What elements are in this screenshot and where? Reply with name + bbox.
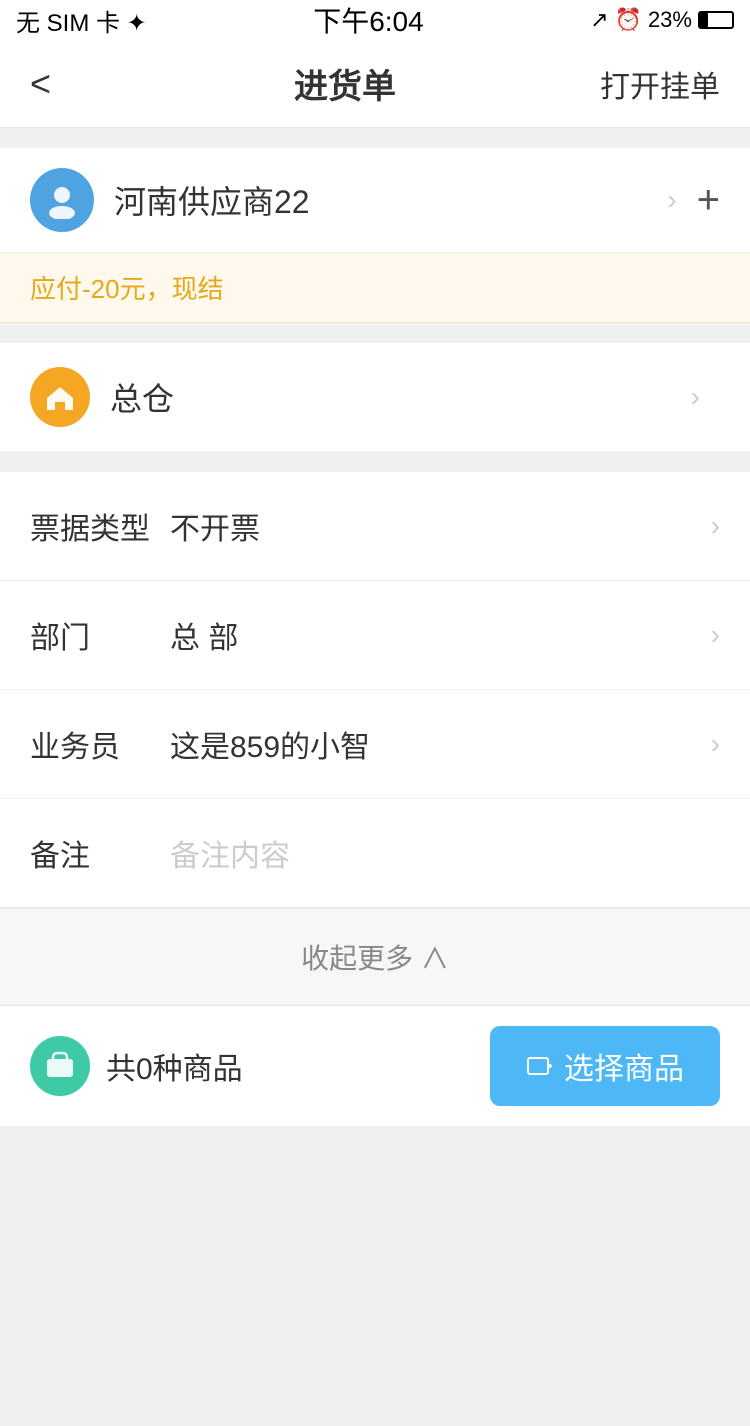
supplier-card: 河南供应商22 › + 应付-20元，现结 bbox=[0, 148, 750, 323]
location-icon: ↗ bbox=[590, 7, 608, 33]
invoice-type-row[interactable]: 票据类型 不开票 › bbox=[0, 472, 750, 581]
department-value: 总 部 bbox=[160, 613, 711, 657]
alarm-icon: ⏰ bbox=[615, 7, 642, 33]
warehouse-icon bbox=[30, 367, 90, 427]
remark-input[interactable]: 备注内容 bbox=[160, 831, 720, 875]
main-content-area bbox=[0, 1126, 750, 1426]
supplier-notice: 应付-20元，现结 bbox=[0, 253, 750, 323]
gap-line-2 bbox=[0, 452, 750, 472]
product-count: 共0种商品 bbox=[106, 1044, 490, 1088]
nav-bar: < 进货单 打开挂单 bbox=[0, 40, 750, 128]
open-pending-button[interactable]: 打开挂单 bbox=[600, 62, 720, 106]
home-icon bbox=[43, 380, 77, 414]
battery-icon bbox=[698, 11, 734, 29]
salesperson-value: 这是859的小智 bbox=[160, 722, 711, 766]
gap-line-1 bbox=[0, 323, 750, 343]
department-row[interactable]: 部门 总 部 › bbox=[0, 581, 750, 690]
department-chevron-icon: › bbox=[711, 619, 720, 651]
supplier-row[interactable]: 河南供应商22 › + bbox=[0, 148, 750, 253]
invoice-type-label: 票据类型 bbox=[30, 504, 160, 548]
remark-label: 备注 bbox=[30, 831, 160, 875]
supplier-chevron-icon: › bbox=[667, 184, 676, 216]
salesperson-row[interactable]: 业务员 这是859的小智 › bbox=[0, 690, 750, 799]
status-right: ↗ ⏰ 23% bbox=[590, 7, 734, 33]
product-icon bbox=[30, 1036, 90, 1096]
sim-signal: 无 SIM 卡 ✦ bbox=[16, 3, 147, 38]
salesperson-chevron-icon: › bbox=[711, 728, 720, 760]
select-product-icon bbox=[526, 1052, 554, 1080]
select-product-button[interactable]: 选择商品 bbox=[490, 1026, 720, 1106]
back-button[interactable]: < bbox=[30, 63, 90, 105]
warehouse-name: 总仓 bbox=[110, 374, 691, 420]
cart-icon bbox=[43, 1049, 77, 1083]
form-card: 票据类型 不开票 › 部门 总 部 › 业务员 这是859的小智 › 备注 备注… bbox=[0, 472, 750, 1005]
product-bar: 共0种商品 选择商品 bbox=[0, 1005, 750, 1126]
collapse-button[interactable]: 收起更多 ∧ bbox=[0, 908, 750, 1005]
remark-row[interactable]: 备注 备注内容 bbox=[0, 799, 750, 908]
invoice-type-value: 不开票 bbox=[160, 504, 711, 548]
add-supplier-button[interactable]: + bbox=[697, 180, 720, 220]
status-time: 下午6:04 bbox=[313, 0, 424, 40]
status-left: 无 SIM 卡 ✦ bbox=[16, 3, 147, 38]
battery-level: 23% bbox=[648, 7, 692, 33]
select-product-label: 选择商品 bbox=[564, 1044, 684, 1088]
warehouse-chevron-icon: › bbox=[691, 381, 700, 413]
warehouse-row[interactable]: 总仓 › bbox=[0, 343, 750, 452]
supplier-avatar bbox=[30, 168, 94, 232]
department-label: 部门 bbox=[30, 613, 160, 657]
section-gap-1 bbox=[0, 128, 750, 148]
salesperson-label: 业务员 bbox=[30, 722, 160, 766]
supplier-name: 河南供应商22 bbox=[114, 177, 667, 223]
person-icon bbox=[43, 181, 81, 219]
status-bar: 无 SIM 卡 ✦ 下午6:04 ↗ ⏰ 23% bbox=[0, 0, 750, 40]
page-title: 进货单 bbox=[294, 59, 396, 108]
invoice-type-chevron-icon: › bbox=[711, 510, 720, 542]
